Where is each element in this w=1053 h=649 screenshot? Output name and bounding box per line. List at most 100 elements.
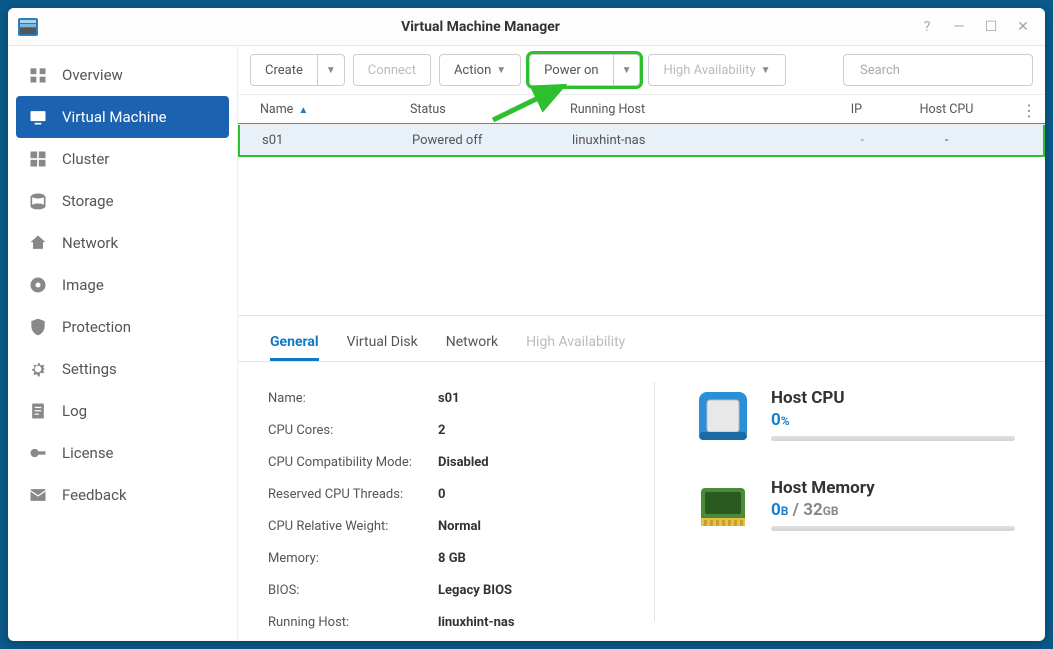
sidebar-item-label: Protection — [62, 318, 131, 336]
host-metrics: Host CPU 0% Host Memory 0B / 32GB — [695, 382, 1015, 621]
column-options-button[interactable]: ⋮ — [1021, 101, 1037, 120]
metric-memory-title: Host Memory — [771, 478, 1015, 498]
sidebar-item-storage[interactable]: Storage — [16, 180, 229, 222]
toolbar: Create ▼ Connect Action▼ Power on ▼ High… — [238, 46, 1045, 94]
tab-general[interactable]: General — [270, 326, 319, 361]
content-area: Create ▼ Connect Action▼ Power on ▼ High… — [238, 46, 1045, 641]
col-header-ip[interactable]: IP — [720, 102, 870, 117]
cell-status: Powered off — [412, 133, 572, 148]
sidebar-item-label: Virtual Machine — [62, 108, 167, 126]
window-controls: ? — ☐ ✕ — [913, 15, 1037, 39]
prop-label-reserved: Reserved CPU Threads: — [268, 487, 438, 502]
create-button[interactable]: Create — [250, 54, 318, 86]
cpu-icon — [695, 388, 751, 444]
prop-value-cores: 2 — [438, 423, 445, 438]
sidebar-item-protection[interactable]: Protection — [16, 306, 229, 348]
prop-label-name: Name: — [268, 391, 438, 406]
prop-value-bios: Legacy BIOS — [438, 583, 512, 598]
prop-label-host: Running Host: — [268, 615, 438, 630]
prop-value-host: linuxhint-nas — [438, 615, 515, 630]
close-button[interactable]: ✕ — [1009, 15, 1037, 39]
sidebar-item-image[interactable]: Image — [16, 264, 229, 306]
log-icon — [28, 401, 48, 421]
tab-high-availability: High Availability — [526, 326, 625, 361]
license-icon — [28, 443, 48, 463]
sidebar-item-label: Settings — [62, 360, 117, 378]
general-properties: Name:s01 CPU Cores:2 CPU Compatibility M… — [268, 382, 614, 621]
caret-down-icon: ▼ — [622, 65, 632, 76]
cell-host: linuxhint-nas — [572, 133, 722, 148]
cell-cpu: - — [872, 133, 1021, 148]
sidebar-item-license[interactable]: License — [16, 432, 229, 474]
connect-button: Connect — [353, 54, 431, 86]
app-icon — [16, 15, 40, 39]
search-input[interactable] — [860, 63, 1026, 78]
sidebar-item-feedback[interactable]: Feedback — [16, 474, 229, 516]
prop-value-compat: Disabled — [438, 455, 489, 470]
memory-icon — [695, 478, 751, 534]
metric-cpu-bar — [771, 436, 1015, 441]
tab-virtual-disk[interactable]: Virtual Disk — [347, 326, 418, 361]
sidebar-item-settings[interactable]: Settings — [16, 348, 229, 390]
action-button[interactable]: Action▼ — [439, 54, 521, 86]
caret-down-icon: ▼ — [326, 65, 336, 76]
sidebar-item-label: Log — [62, 402, 87, 420]
caret-down-icon: ▼ — [761, 65, 771, 76]
prop-label-memory: Memory: — [268, 551, 438, 566]
prop-label-compat: CPU Compatibility Mode: — [268, 455, 438, 470]
prop-label-weight: CPU Relative Weight: — [268, 519, 438, 534]
cell-ip: - — [722, 133, 872, 148]
power-on-button[interactable]: Power on — [529, 54, 613, 86]
image-icon — [28, 275, 48, 295]
details-tabs: General Virtual Disk Network High Availa… — [238, 326, 1045, 362]
sidebar-item-label: Image — [62, 276, 104, 294]
prop-value-name: s01 — [438, 391, 460, 406]
sidebar-item-label: Overview — [62, 66, 123, 84]
titlebar: Virtual Machine Manager ? — ☐ ✕ — [8, 8, 1045, 46]
main-area: Overview Virtual Machine Cluster Storage… — [8, 46, 1045, 641]
table-header: Name ▲ Status Running Host IP Host CPU ⋮ — [238, 95, 1045, 125]
overview-icon — [28, 65, 48, 85]
sidebar-item-network[interactable]: Network — [16, 222, 229, 264]
metric-memory: Host Memory 0B / 32GB — [695, 478, 1015, 534]
minimize-button[interactable]: — — [945, 15, 973, 39]
sidebar-item-label: License — [62, 444, 114, 462]
cell-name: s01 — [262, 133, 412, 148]
tab-network[interactable]: Network — [446, 326, 498, 361]
vm-icon — [28, 107, 48, 127]
col-header-name[interactable]: Name ▲ — [260, 102, 410, 117]
metric-cpu-title: Host CPU — [771, 388, 1015, 408]
metric-cpu-value: 0% — [771, 410, 1015, 430]
window-title: Virtual Machine Manager — [48, 19, 913, 35]
sidebar-item-label: Network — [62, 234, 118, 252]
sidebar-item-log[interactable]: Log — [16, 390, 229, 432]
sidebar-item-label: Cluster — [62, 150, 109, 168]
maximize-button[interactable]: ☐ — [977, 15, 1005, 39]
metric-memory-bar — [771, 526, 1015, 531]
vm-table: Name ▲ Status Running Host IP Host CPU ⋮… — [238, 94, 1045, 315]
table-row[interactable]: s01 Powered off linuxhint-nas - - — [240, 125, 1043, 155]
help-button[interactable]: ? — [913, 15, 941, 39]
cluster-icon — [28, 149, 48, 169]
metric-memory-value: 0B / 32GB — [771, 500, 1015, 520]
network-icon — [28, 233, 48, 253]
sidebar-item-cluster[interactable]: Cluster — [16, 138, 229, 180]
window: Virtual Machine Manager ? — ☐ ✕ Overview… — [8, 8, 1045, 641]
sidebar: Overview Virtual Machine Cluster Storage… — [8, 46, 238, 641]
create-dropdown[interactable]: ▼ — [318, 54, 345, 86]
col-header-status[interactable]: Status — [410, 102, 570, 117]
search-box[interactable] — [843, 54, 1033, 86]
protection-icon — [28, 317, 48, 337]
col-header-cpu[interactable]: Host CPU — [870, 102, 1023, 117]
col-header-host[interactable]: Running Host — [570, 102, 720, 117]
power-on-dropdown[interactable]: ▼ — [614, 54, 641, 86]
prop-label-cores: CPU Cores: — [268, 423, 438, 438]
prop-value-memory: 8 GB — [438, 551, 466, 566]
prop-value-weight: Normal — [438, 519, 481, 534]
storage-icon — [28, 191, 48, 211]
sidebar-item-virtual-machine[interactable]: Virtual Machine — [16, 96, 229, 138]
sidebar-item-label: Feedback — [62, 486, 127, 504]
table-empty-area — [238, 155, 1045, 315]
sidebar-item-overview[interactable]: Overview — [16, 54, 229, 96]
gear-icon — [28, 359, 48, 379]
